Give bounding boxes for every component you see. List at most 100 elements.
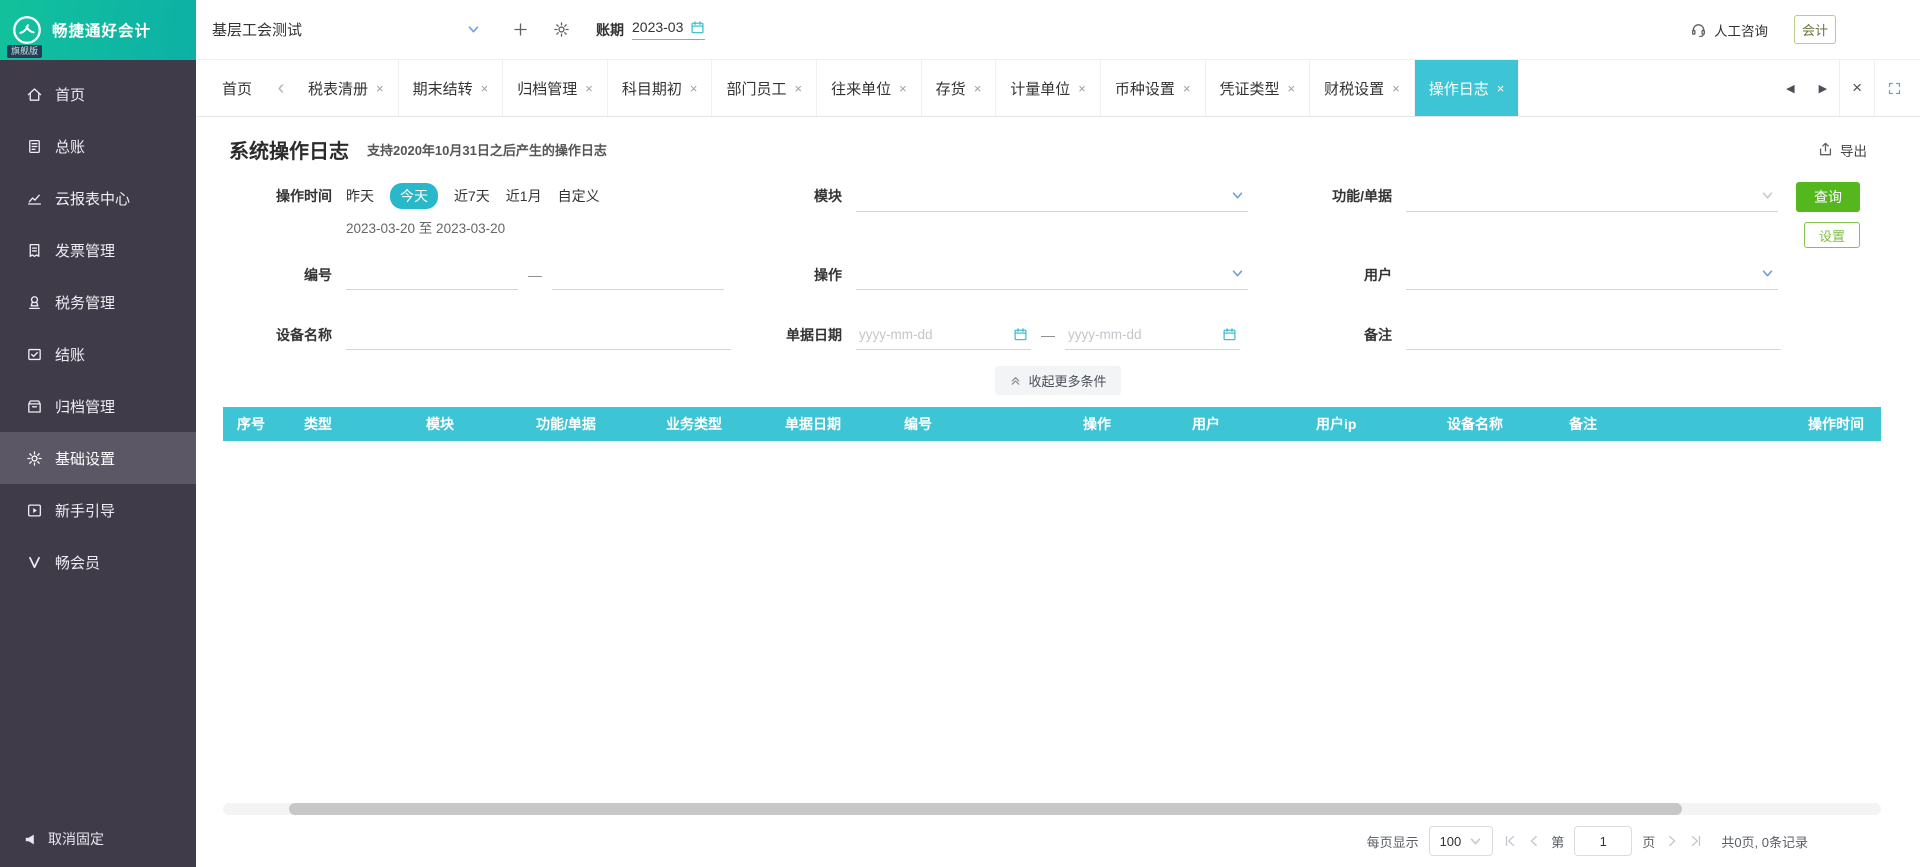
speaker-icon <box>25 834 34 844</box>
sidebar-item-label: 税务管理 <box>55 294 116 312</box>
tab-business-partners[interactable]: 往来单位 × <box>817 60 922 116</box>
close-tab-icon[interactable]: × <box>974 82 982 95</box>
filter-actions: 查询 设置 <box>1796 182 1860 248</box>
module-select[interactable] <box>856 182 1248 212</box>
tab-archive-management[interactable]: 归档管理 × <box>503 60 608 116</box>
operation-select[interactable] <box>856 260 1248 290</box>
period-selector[interactable]: 2023-03 <box>632 19 706 40</box>
col-user[interactable]: 用户 <box>1178 407 1302 441</box>
account-settings-button[interactable] <box>553 21 570 38</box>
gear-icon <box>554 22 569 37</box>
col-remark[interactable]: 备注 <box>1555 407 1794 441</box>
close-tab-icon[interactable]: × <box>376 82 384 95</box>
time-option-yesterday[interactable]: 昨天 <box>346 186 374 206</box>
unpin-sidebar-button[interactable]: 取消固定 <box>0 811 196 867</box>
calendar-icon[interactable] <box>1222 327 1237 342</box>
col-user-ip[interactable]: 用户ip <box>1302 407 1433 441</box>
add-account-set-button[interactable] <box>512 21 529 38</box>
col-function[interactable]: 功能/单据 <box>522 407 652 441</box>
tab-period-end-carryover[interactable]: 期末结转 × <box>399 60 504 116</box>
close-tab-icon[interactable]: × <box>690 82 698 95</box>
close-tab-icon[interactable]: × <box>1078 82 1086 95</box>
settings-button[interactable]: 设置 <box>1804 222 1860 248</box>
tab-label: 往来单位 <box>831 80 892 98</box>
version-badge: 旗舰版 <box>7 45 43 58</box>
table-header: 序号 类型 模块 功能/单据 业务类型 单据日期 编号 操作 用户 用户ip 设… <box>223 407 1881 441</box>
number-from-input[interactable] <box>346 260 518 290</box>
col-doc-date[interactable]: 单据日期 <box>771 407 890 441</box>
doc-date-to-input[interactable] <box>1068 327 1186 342</box>
tab-tax-register[interactable]: 税表清册 × <box>294 60 399 116</box>
close-tab-icon[interactable]: × <box>899 82 907 95</box>
last-page-icon[interactable] <box>1689 834 1703 848</box>
tab-currency-settings[interactable]: 币种设置 × <box>1101 60 1206 116</box>
sidebar-item-archive-management[interactable]: 归档管理 <box>0 380 196 432</box>
sidebar-item-label: 总账 <box>55 138 86 156</box>
sidebar-item-invoice-management[interactable]: 发票管理 <box>0 224 196 276</box>
tab-next-icon[interactable]: ▶ <box>1807 60 1839 116</box>
fullscreen-button[interactable] <box>1874 60 1914 116</box>
close-tab-icon[interactable]: × <box>585 82 593 95</box>
sidebar-item-beginner-guide[interactable]: 新手引导 <box>0 484 196 536</box>
tab-fiscal-tax-settings[interactable]: 财税设置 × <box>1310 60 1415 116</box>
sidebar-item-basic-settings[interactable]: 基础设置 <box>0 432 196 484</box>
pagination: 每页显示 100 第 页 共0页, 0条记录 <box>196 815 1920 867</box>
first-page-icon[interactable] <box>1503 834 1517 848</box>
sidebar-item-general-ledger[interactable]: 总账 <box>0 120 196 172</box>
tab-inventory[interactable]: 存货 × <box>922 60 997 116</box>
close-tab-icon[interactable]: × <box>1392 82 1400 95</box>
col-seq[interactable]: 序号 <box>223 407 290 441</box>
remark-input[interactable] <box>1406 320 1781 350</box>
time-option-1month[interactable]: 近1月 <box>506 186 542 206</box>
close-tab-icon[interactable]: × <box>1288 82 1296 95</box>
time-option-today[interactable]: 今天 <box>390 183 438 209</box>
horizontal-scrollbar[interactable] <box>223 803 1881 815</box>
col-op-time[interactable]: 操作时间 <box>1794 407 1881 441</box>
sidebar-item-cloud-reports[interactable]: 云报表中心 <box>0 172 196 224</box>
close-tab-icon[interactable]: × <box>1183 82 1191 95</box>
tab-voucher-type[interactable]: 凭证类型 × <box>1206 60 1311 116</box>
device-name-input[interactable] <box>346 320 731 350</box>
tab-department-staff[interactable]: 部门员工 × <box>712 60 818 116</box>
tab-account-opening[interactable]: 科目期初 × <box>608 60 713 116</box>
tab-scroll-left-icon[interactable]: ‹ <box>268 60 294 116</box>
close-tab-icon[interactable]: × <box>794 82 802 95</box>
scrollbar-thumb[interactable] <box>289 803 1683 815</box>
col-number[interactable]: 编号 <box>890 407 1069 441</box>
user-select[interactable] <box>1406 260 1778 290</box>
col-type[interactable]: 类型 <box>290 407 412 441</box>
tab-home[interactable]: 首页 <box>206 60 268 116</box>
closing-check-icon <box>28 348 41 360</box>
doc-date-from-input[interactable] <box>859 327 977 342</box>
prev-page-icon[interactable] <box>1527 834 1541 848</box>
page-number-input[interactable] <box>1574 826 1633 856</box>
calendar-icon[interactable] <box>1013 327 1028 342</box>
query-button[interactable]: 查询 <box>1796 182 1860 212</box>
sidebar-item-membership[interactable]: 畅会员 <box>0 536 196 588</box>
per-page-select[interactable]: 100 <box>1428 826 1494 856</box>
col-device[interactable]: 设备名称 <box>1433 407 1555 441</box>
sidebar-item-home[interactable]: 首页 <box>0 68 196 120</box>
company-selector[interactable]: 基层工会测试 <box>210 13 488 46</box>
tab-label: 币种设置 <box>1114 80 1175 98</box>
col-module[interactable]: 模块 <box>412 407 522 441</box>
consult-button[interactable]: 人工咨询 <box>1690 20 1768 40</box>
sidebar-item-tax-management[interactable]: 税务管理 <box>0 276 196 328</box>
function-select[interactable] <box>1406 182 1778 212</box>
close-tab-icon[interactable]: × <box>481 82 489 95</box>
next-page-icon[interactable] <box>1665 834 1679 848</box>
tab-measure-unit[interactable]: 计量单位 × <box>996 60 1101 116</box>
export-button[interactable]: 导出 <box>1817 140 1867 160</box>
close-tab-icon[interactable]: × <box>1497 82 1505 95</box>
col-biz-type[interactable]: 业务类型 <box>652 407 771 441</box>
collapse-filters-button[interactable]: 收起更多条件 <box>995 366 1121 395</box>
role-badge[interactable]: 会计 <box>1793 15 1836 44</box>
time-option-custom[interactable]: 自定义 <box>558 186 600 206</box>
sidebar-item-closing[interactable]: 结账 <box>0 328 196 380</box>
time-option-7days[interactable]: 近7天 <box>454 186 490 206</box>
close-all-tabs-icon[interactable]: × <box>1839 60 1874 116</box>
tab-operation-log[interactable]: 操作日志 × <box>1414 60 1520 116</box>
tab-prev-icon[interactable]: ◀ <box>1774 60 1806 116</box>
col-operation[interactable]: 操作 <box>1069 407 1178 441</box>
number-to-input[interactable] <box>552 260 724 290</box>
